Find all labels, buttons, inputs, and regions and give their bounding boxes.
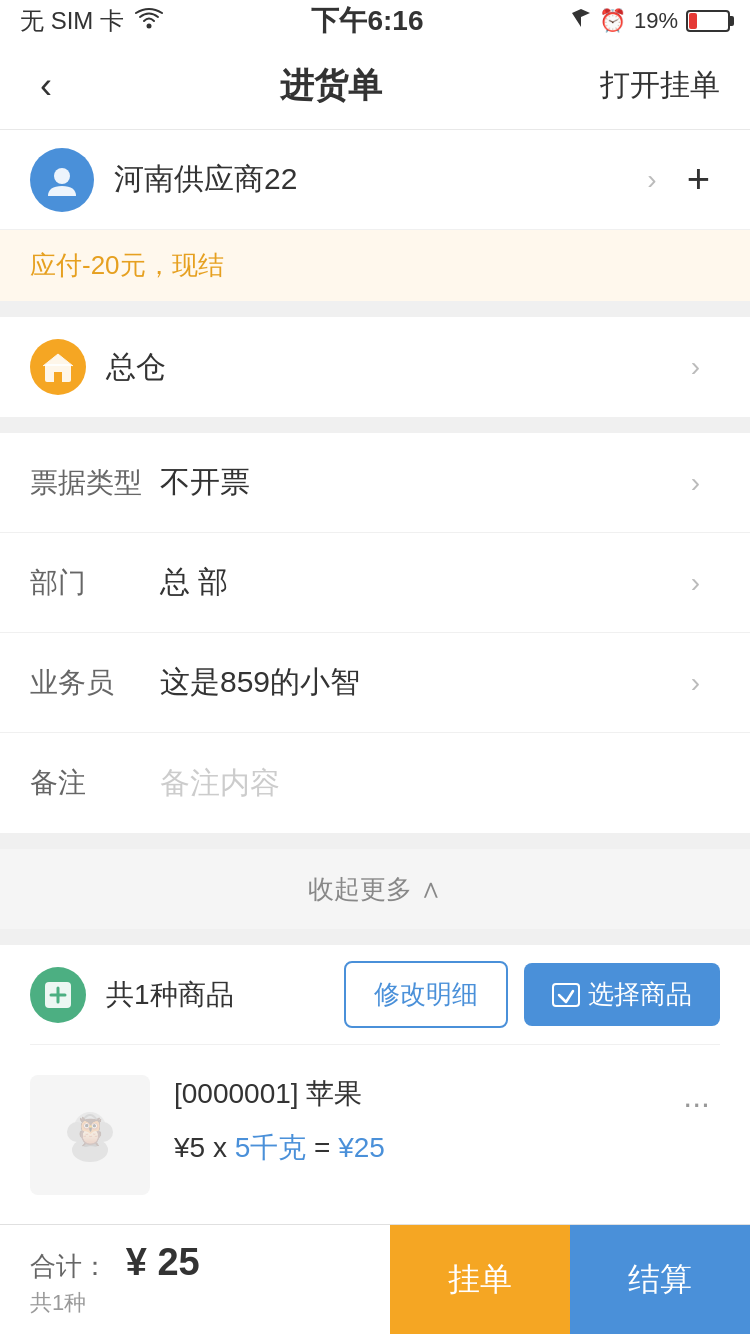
product-name: [0000001] 苹果 — [174, 1075, 673, 1113]
edit-detail-button[interactable]: 修改明细 — [344, 961, 508, 1028]
add-supplier-button[interactable]: + — [677, 157, 720, 202]
product-thumbnail: 🦉 — [30, 1075, 150, 1195]
supplier-chevron-icon: › — [647, 164, 656, 196]
department-value: 总 部 — [150, 562, 691, 603]
product-quantity: 5千克 — [235, 1132, 307, 1163]
products-icon — [30, 967, 86, 1023]
carrier-text: 无 SIM 卡 — [20, 5, 124, 37]
supplier-avatar — [30, 148, 94, 212]
checkout-button[interactable]: 结算 — [570, 1225, 750, 1335]
remarks-row[interactable]: 备注 备注内容 — [0, 733, 750, 833]
collapse-button[interactable]: 收起更多 ∧ — [0, 849, 750, 929]
page-title: 进货单 — [280, 63, 382, 109]
bottom-bar: 合计： ¥ 25 共1种 挂单 结算 — [0, 1224, 750, 1334]
time-display: 下午6:16 — [311, 2, 423, 40]
battery-percent: 19% — [634, 8, 678, 34]
svg-rect-3 — [54, 372, 62, 382]
product-title-text: 苹果 — [306, 1078, 362, 1109]
total-label: 合计： — [30, 1251, 108, 1281]
svg-point-1 — [54, 168, 70, 184]
supplier-name: 河南供应商22 — [114, 159, 647, 200]
product-code: [0000001] — [174, 1078, 299, 1109]
status-right: ⏰ 19% — [571, 8, 730, 34]
department-chevron-icon: › — [691, 567, 700, 599]
back-button[interactable]: ‹ — [30, 55, 62, 117]
remarks-label: 备注 — [30, 764, 150, 802]
product-total: ¥25 — [338, 1132, 385, 1163]
product-price-separator: x — [213, 1132, 235, 1163]
total-amount: ¥ 25 — [126, 1241, 200, 1283]
invoice-chevron-icon: › — [691, 467, 700, 499]
warehouse-row[interactable]: 总仓 › — [0, 317, 750, 417]
invoice-type-label: 票据类型 — [30, 464, 150, 502]
status-bar: 无 SIM 卡 下午6:16 ⏰ 19% — [0, 0, 750, 42]
salesperson-value: 这是859的小智 — [150, 662, 691, 703]
invoice-type-row[interactable]: 票据类型 不开票 › — [0, 433, 750, 533]
select-product-label: 选择商品 — [588, 977, 692, 1012]
salesperson-label: 业务员 — [30, 664, 150, 702]
battery-icon — [686, 10, 730, 32]
product-info: [0000001] 苹果 ¥5 x 5千克 = ¥25 — [174, 1075, 673, 1167]
supplier-notice: 应付-20元，现结 — [0, 230, 750, 301]
product-more-button[interactable]: ··· — [673, 1075, 720, 1132]
alarm-icon: ⏰ — [599, 8, 626, 34]
svg-text:🦉: 🦉 — [73, 1115, 108, 1148]
products-header: 共1种商品 修改明细 选择商品 — [30, 945, 720, 1045]
product-unit-price: ¥5 — [174, 1132, 205, 1163]
products-count: 共1种商品 — [106, 976, 344, 1014]
department-row[interactable]: 部门 总 部 › — [0, 533, 750, 633]
wifi-icon — [134, 7, 164, 35]
total-section: 合计： ¥ 25 共1种 — [0, 1241, 390, 1318]
salesperson-chevron-icon: › — [691, 667, 700, 699]
form-section: 票据类型 不开票 › 部门 总 部 › 业务员 这是859的小智 › 备注 备注… — [0, 433, 750, 833]
salesperson-row[interactable]: 业务员 这是859的小智 › — [0, 633, 750, 733]
nav-bar: ‹ 进货单 打开挂单 — [0, 42, 750, 130]
product-equals: = — [314, 1132, 338, 1163]
supplier-section: 河南供应商22 › + 应付-20元，现结 — [0, 130, 750, 301]
hang-button[interactable]: 挂单 — [390, 1225, 570, 1335]
department-label: 部门 — [30, 564, 150, 602]
warehouse-name: 总仓 — [106, 347, 691, 388]
products-section: 共1种商品 修改明细 选择商品 🦉 [0000001] — [0, 945, 750, 1225]
collapse-label: 收起更多 ∧ — [308, 872, 441, 907]
warehouse-chevron-icon: › — [691, 351, 700, 383]
location-icon — [571, 8, 591, 34]
svg-point-0 — [147, 24, 152, 29]
product-item: 🦉 [0000001] 苹果 ¥5 x 5千克 = ¥25 ··· — [30, 1045, 720, 1225]
total-count: 共1种 — [30, 1288, 360, 1318]
supplier-row[interactable]: 河南供应商22 › + — [0, 130, 750, 230]
status-left: 无 SIM 卡 — [20, 5, 164, 37]
open-hang-button[interactable]: 打开挂单 — [600, 65, 720, 106]
warehouse-section[interactable]: 总仓 › — [0, 317, 750, 417]
product-price-row: ¥5 x 5千克 = ¥25 — [174, 1129, 673, 1167]
select-product-button[interactable]: 选择商品 — [524, 963, 720, 1026]
invoice-type-value: 不开票 — [150, 462, 691, 503]
warehouse-icon — [30, 339, 86, 395]
remarks-input[interactable]: 备注内容 — [150, 763, 720, 804]
